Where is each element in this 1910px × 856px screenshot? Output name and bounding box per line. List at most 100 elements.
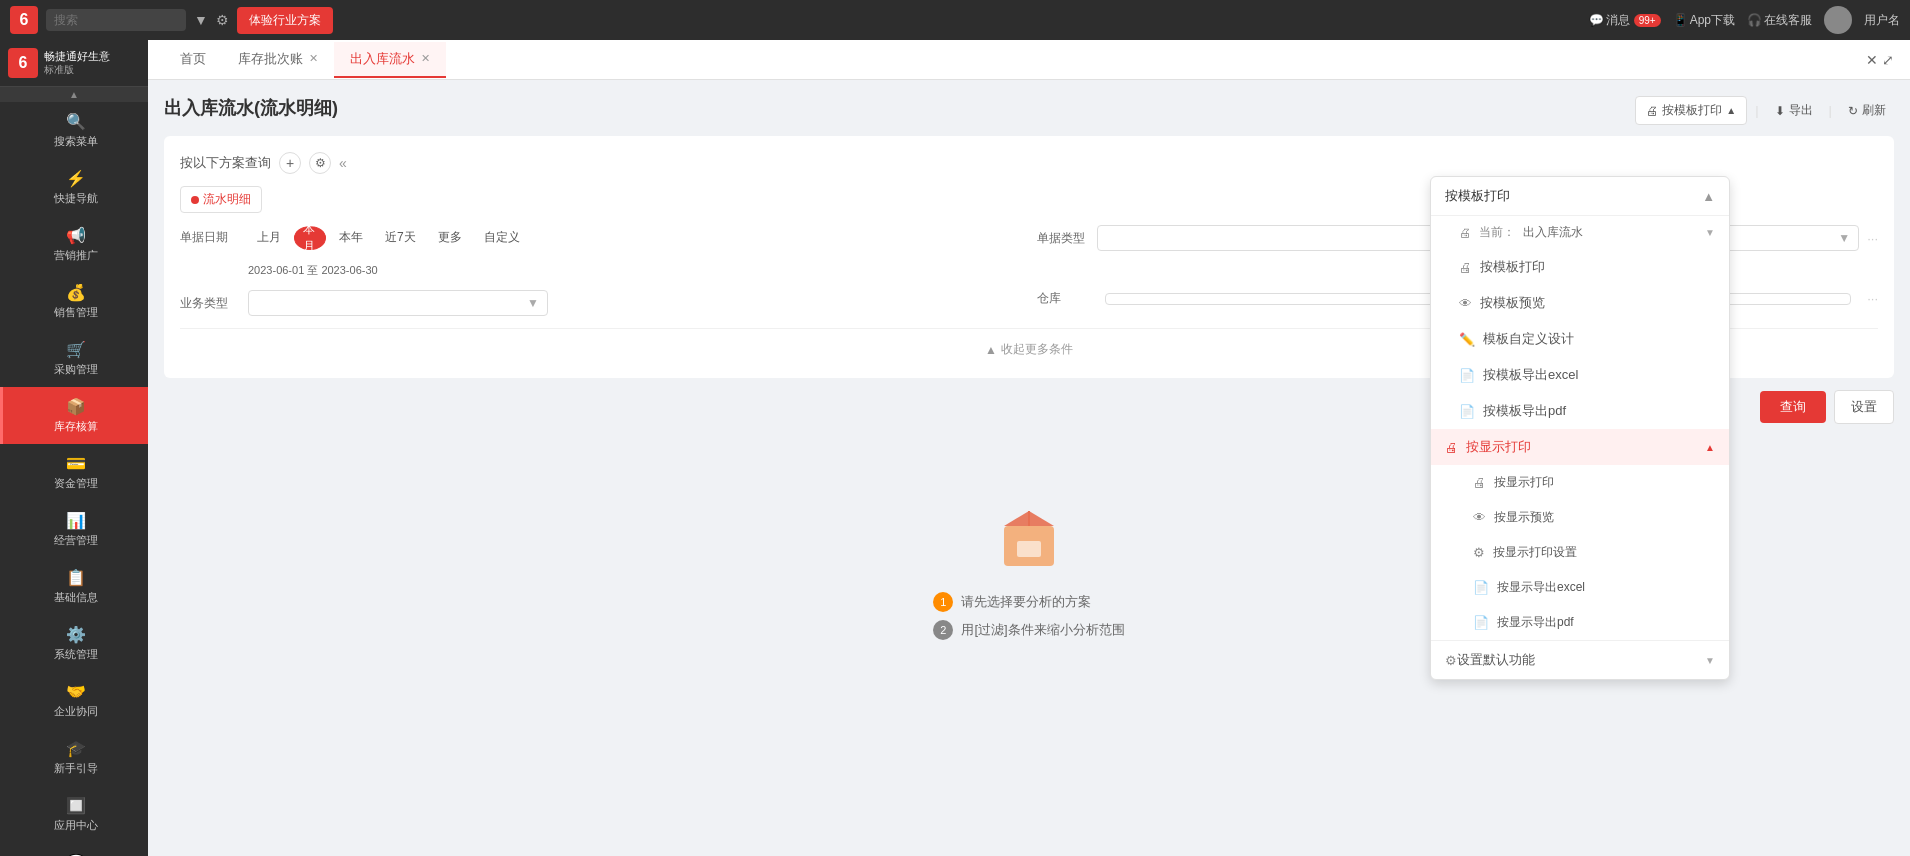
sidebar-logo-area: 6 畅捷通好生意 标准版 [0, 40, 148, 87]
current-template-name: 出入库流水 [1523, 224, 1583, 241]
sidebar: 6 畅捷通好生意 标准版 ▲ 🔍 搜索菜单 ⚡ 快捷导航 📢 营销推广 [0, 40, 148, 856]
dropdown-item-template-preview[interactable]: 👁 按模板预览 [1431, 285, 1729, 321]
sidebar-item-purchase[interactable]: 🛒 采购管理 [0, 330, 148, 387]
sidebar-item-search[interactable]: 🔍 搜索菜单 [0, 102, 148, 159]
tab-batch-close[interactable]: ✕ [309, 52, 318, 65]
user-avatar[interactable] [1824, 6, 1852, 34]
date-filter-group: 单据日期 上月 本月 本年 近7天 更多 自定义 [180, 225, 1021, 250]
system-icon: ⚙️ [66, 625, 86, 644]
filter-settings-button[interactable]: ⚙ [309, 152, 331, 174]
query-button[interactable]: 查询 [1760, 391, 1826, 423]
sidebar-item-inventory[interactable]: 📦 库存核算 [0, 387, 148, 444]
dropdown-sub-display-print[interactable]: 🖨 按显示打印 [1431, 465, 1729, 500]
operations-icon: 📊 [66, 511, 86, 530]
warehouse-more-icon[interactable]: ··· [1867, 291, 1878, 306]
trial-button[interactable]: 体验行业方案 [237, 7, 333, 34]
dropdown-item-template-custom[interactable]: ✏️ 模板自定义设计 [1431, 321, 1729, 357]
dropdown-item-label: 按模板打印 [1480, 258, 1545, 276]
tab-home[interactable]: 首页 [164, 42, 222, 78]
sidebar-item-finance[interactable]: 💳 资金管理 [0, 444, 148, 501]
date-tab-custom[interactable]: 自定义 [475, 225, 529, 250]
window-close-btn[interactable]: ✕ [1866, 52, 1878, 68]
search-dropdown-icon[interactable]: ▼ [194, 12, 208, 28]
sidebar-item-system[interactable]: ⚙️ 系统管理 [0, 615, 148, 672]
dropdown-item-template-pdf[interactable]: 📄 按模板导出pdf [1431, 393, 1729, 429]
collapse-label: 收起更多条件 [1001, 341, 1073, 358]
messages-link[interactable]: 💬 消息 99+ [1589, 12, 1661, 29]
sales-icon: 💰 [66, 283, 86, 302]
doc-type-dropdown-icon: ▼ [1838, 231, 1850, 245]
dropdown-item-template-excel[interactable]: 📄 按模板导出excel [1431, 357, 1729, 393]
sidebar-item-operations[interactable]: 📊 经营管理 [0, 501, 148, 558]
app-container: 6 ▼ ⚙ 体验行业方案 💬 消息 99+ 📱 App下载 🎧 在线客服 用户名 [0, 0, 1910, 856]
window-maximize-btn[interactable]: ⤢ [1882, 52, 1894, 68]
sidebar-item-marketing[interactable]: 📢 营销推广 [0, 216, 148, 273]
sidebar-app-info: 畅捷通好生意 标准版 [44, 49, 110, 77]
dropdown-current-template: 🖨 当前： 出入库流水 ▼ [1431, 216, 1729, 249]
sidebar-item-label: 系统管理 [54, 647, 98, 662]
sidebar-item-appstore[interactable]: 🔲 应用中心 [0, 786, 148, 843]
sidebar-item-quicknav[interactable]: ⚡ 快捷导航 [0, 159, 148, 216]
dropdown-item-template-print[interactable]: 🖨 按模板打印 [1431, 249, 1729, 285]
settings-gear-icon[interactable]: ⚙ [216, 12, 229, 28]
settings-button[interactable]: 设置 [1834, 390, 1894, 424]
print-icon: 🖨 [1459, 260, 1472, 275]
messages-badge: 99+ [1634, 14, 1661, 27]
tab-batch[interactable]: 库存批次账 ✕ [222, 42, 334, 78]
refresh-icon: ↻ [1848, 104, 1858, 118]
top-bar: 6 ▼ ⚙ 体验行业方案 💬 消息 99+ 📱 App下载 🎧 在线客服 用户名 [0, 0, 1910, 40]
empty-state-icon [989, 496, 1069, 576]
sidebar-scroll-up[interactable]: ▲ [0, 87, 148, 102]
sidebar-app-name: 畅捷通好生意 [44, 49, 110, 63]
app-download-link[interactable]: 📱 App下载 [1673, 12, 1735, 29]
sidebar-item-basics[interactable]: 📋 基础信息 [0, 558, 148, 615]
date-tab-more[interactable]: 更多 [429, 225, 471, 250]
sidebar-item-collab[interactable]: 🤝 企业协同 [0, 672, 148, 729]
dropdown-sub-display-settings[interactable]: ⚙ 按显示打印设置 [1431, 535, 1729, 570]
dropdown-sub-display-pdf[interactable]: 📄 按显示导出pdf [1431, 605, 1729, 640]
collapse-button[interactable]: ▲ 收起更多条件 [981, 337, 1077, 362]
export-icon: ⬇ [1775, 104, 1785, 118]
message-icon: 💬 [1589, 13, 1604, 27]
sidebar-item-label: 搜索菜单 [54, 134, 98, 149]
footer-chevron: ▼ [1705, 655, 1715, 666]
business-type-label: 业务类型 [180, 295, 240, 312]
phone-icon: 📱 [1673, 13, 1688, 27]
main-layout: 6 畅捷通好生意 标准版 ▲ 🔍 搜索菜单 ⚡ 快捷导航 📢 营销推广 [0, 40, 1910, 856]
online-service-link[interactable]: 🎧 在线客服 [1747, 12, 1812, 29]
top-bar-left: 6 ▼ ⚙ 体验行业方案 [10, 6, 1589, 34]
sidebar-item-newbie[interactable]: 🎓 新手引导 [0, 729, 148, 786]
dropdown-footer[interactable]: ⚙ 设置默认功能 ▼ [1431, 640, 1729, 679]
business-type-select[interactable]: ▼ [248, 290, 548, 316]
date-tab-7days[interactable]: 近7天 [376, 225, 425, 250]
current-chevron-icon[interactable]: ▼ [1705, 227, 1715, 238]
footer-label: 设置默认功能 [1457, 651, 1535, 669]
empty-step-1: 1 请先选择要分析的方案 [933, 592, 1124, 612]
dropdown-sub-display-preview[interactable]: 👁 按显示预览 [1431, 500, 1729, 535]
date-tab-last-month[interactable]: 上月 [248, 225, 290, 250]
filter-collapse-icon[interactable]: « [339, 155, 347, 171]
app-logo: 6 [10, 6, 38, 34]
filter-add-button[interactable]: + [279, 152, 301, 174]
refresh-btn[interactable]: ↻ 刷新 [1840, 97, 1894, 124]
dropdown-sub-display-excel[interactable]: 📄 按显示导出excel [1431, 570, 1729, 605]
sidebar-item-wechat[interactable]: 💬 企业微信 [0, 843, 148, 856]
step-1-text: 请先选择要分析的方案 [961, 593, 1091, 611]
date-tab-this-year[interactable]: 本年 [330, 225, 372, 250]
template-print-btn[interactable]: 🖨 按模板打印 ▲ [1635, 96, 1747, 125]
export-btn[interactable]: ⬇ 导出 [1767, 97, 1821, 124]
page-top-actions: 🖨 按模板打印 ▲ | ⬇ 导出 | ↻ 刷新 [1635, 96, 1894, 125]
step-2-num: 2 [933, 620, 953, 640]
dropdown-sub-label: 按显示导出excel [1497, 579, 1585, 596]
messages-label: 消息 [1606, 12, 1630, 29]
search-nav-icon: 🔍 [66, 112, 86, 131]
tab-flow[interactable]: 出入库流水 ✕ [334, 42, 446, 78]
active-filter-tag[interactable]: 流水明细 [180, 186, 262, 213]
doc-type-more-icon[interactable]: ··· [1867, 231, 1878, 246]
sidebar-item-sales[interactable]: 💰 销售管理 [0, 273, 148, 330]
search-input[interactable] [46, 9, 186, 31]
date-tab-this-month[interactable]: 本月 [294, 226, 326, 250]
tab-flow-close[interactable]: ✕ [421, 52, 430, 65]
display-section-header[interactable]: 🖨 按显示打印 ▲ [1431, 429, 1729, 465]
dropdown-header-chevron[interactable]: ▲ [1702, 189, 1715, 204]
